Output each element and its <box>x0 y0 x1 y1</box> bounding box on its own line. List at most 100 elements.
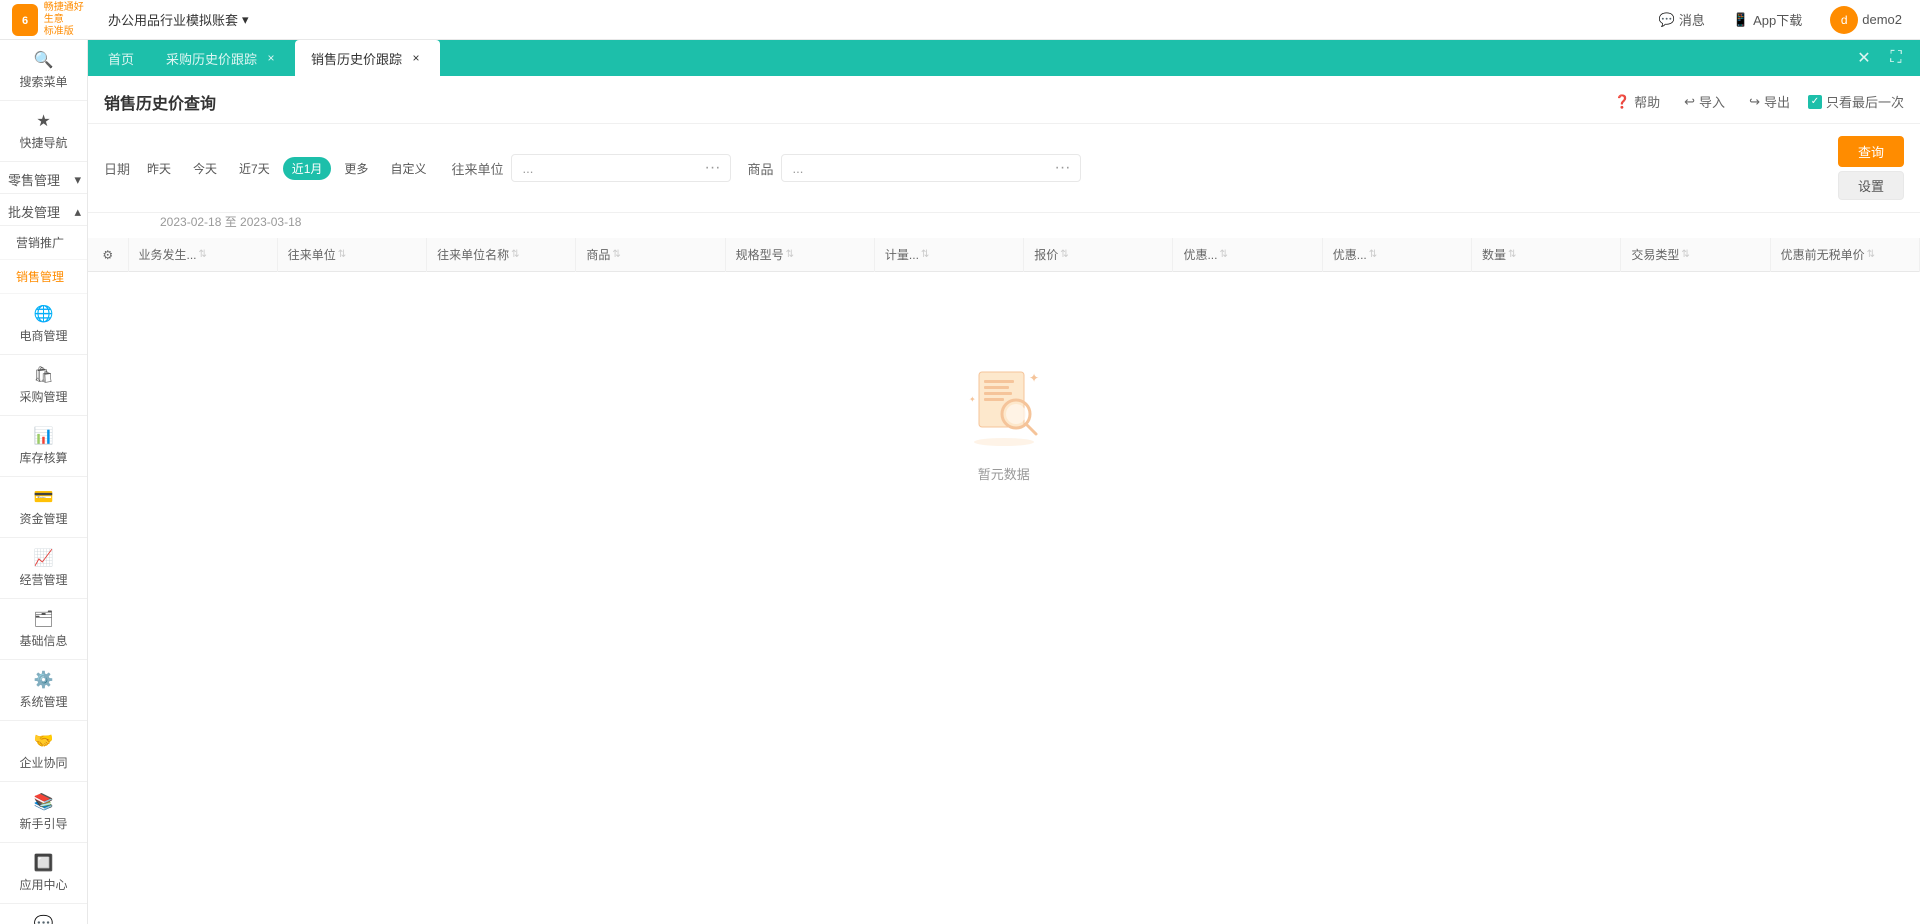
partner-input[interactable]: ... ··· <box>511 154 731 182</box>
date-filter-label: 日期 <box>104 159 130 178</box>
tab-purchase-history[interactable]: 采购历史价跟踪 × <box>150 40 295 76</box>
product-dropdown-icon: ··· <box>1055 159 1071 177</box>
date-btn-7days[interactable]: 近7天 <box>230 157 279 180</box>
partner-dropdown-icon: ··· <box>704 159 720 177</box>
th-biz-date[interactable]: 业务发生... ⇅ <box>128 238 277 272</box>
sidebar-item-collab[interactable]: 🤝 企业协同 <box>0 721 87 782</box>
partner-filter-group: 往来单位 ... ··· <box>451 154 731 182</box>
sort-icon: ⇅ <box>1060 249 1068 260</box>
table-container: ⚙ 业务发生... ⇅ 往来单位 <box>88 238 1920 924</box>
sidebar-item-finance[interactable]: 💳 资金管理 <box>0 477 87 538</box>
tab-close-all-button[interactable]: ✕ <box>1852 46 1876 70</box>
sidebar-item-appstore[interactable]: 🔲 应用中心 <box>0 843 87 904</box>
help-button[interactable]: ❓ 帮助 <box>1608 88 1666 115</box>
th-biz-date-label: 业务发生... <box>139 246 197 263</box>
sidebar-item-ecommerce[interactable]: 🌐 电商管理 <box>0 294 87 355</box>
tab-purchase-close-icon[interactable]: × <box>263 50 279 66</box>
th-unit-label: 计量... <box>885 246 919 263</box>
sidebar-item-shortcut[interactable]: ★ 快捷导航 <box>0 101 87 162</box>
sidebar-item-marketing[interactable]: 营销推广 <box>0 226 87 260</box>
collab-icon: 🤝 <box>34 731 54 751</box>
empty-text: 暂元数据 <box>978 464 1030 483</box>
app-selector[interactable]: 办公用品行业模拟账套 ▾ <box>100 6 257 33</box>
logo-area: 6 畅捷通好生意 标准版 <box>12 2 92 38</box>
app-logo-icon: 6 <box>12 4 38 36</box>
th-qty[interactable]: 数量 ⇅ <box>1472 238 1621 272</box>
appstore-icon: 🔲 <box>34 853 54 873</box>
date-btn-more[interactable]: 更多 <box>335 157 377 180</box>
th-discount1-label: 优惠... <box>1183 246 1217 263</box>
th-partner-name[interactable]: 往来单位名称 ⇅ <box>427 238 576 272</box>
date-btn-today[interactable]: 今天 <box>184 157 226 180</box>
th-partner-code[interactable]: 往来单位 ⇅ <box>277 238 426 272</box>
sort-icon: ⇅ <box>199 249 207 260</box>
partner-label: 往来单位 <box>451 159 503 178</box>
date-btn-custom[interactable]: 自定义 <box>381 157 435 180</box>
export-button[interactable]: ↪ 导出 <box>1743 88 1796 115</box>
sidebar-item-guide[interactable]: 📚 新手引导 <box>0 782 87 843</box>
sidebar-item-wechat[interactable]: 💬 企业微信 <box>0 904 87 924</box>
only-last-checkbox[interactable]: ✓ 只看最后一次 <box>1808 92 1904 111</box>
sidebar-item-search[interactable]: 🔍 搜索菜单 <box>0 40 87 101</box>
purchase-icon: 🛍 <box>33 365 53 385</box>
import-button[interactable]: ↩ 导入 <box>1678 88 1731 115</box>
sidebar-item-system[interactable]: ⚙️ 系统管理 <box>0 660 87 721</box>
sidebar-item-wholesale[interactable]: 批发管理 ▴ <box>0 194 87 226</box>
sidebar-label-wholesale: 批发管理 <box>8 202 60 221</box>
checkbox-checked-icon: ✓ <box>1808 95 1822 109</box>
settings-button[interactable]: 设置 <box>1838 171 1904 200</box>
tab-sales-close-icon[interactable]: × <box>408 50 424 66</box>
sidebar-item-sales[interactable]: 销售管理 <box>0 260 87 294</box>
top-header: 6 畅捷通好生意 标准版 办公用品行业模拟账套 ▾ 💬 消息 📱 App下载 d… <box>0 0 1920 40</box>
date-btn-1month[interactable]: 近1月 <box>283 157 332 180</box>
th-trade-type-label: 交易类型 <box>1631 246 1679 263</box>
tab-fullscreen-button[interactable]: ⛶ <box>1884 46 1908 70</box>
sidebar-item-retail[interactable]: 零售管理 ▾ <box>0 162 87 194</box>
date-btn-yesterday[interactable]: 昨天 <box>138 157 180 180</box>
th-price[interactable]: 报价 ⇅ <box>1024 238 1173 272</box>
th-trade-type[interactable]: 交易类型 ⇅ <box>1621 238 1770 272</box>
sort-icon: ⇅ <box>338 249 346 260</box>
date-range-text: 2023-02-18 至 2023-03-18 <box>160 215 301 229</box>
sidebar: 🔍 搜索菜单 ★ 快捷导航 零售管理 ▾ 批发管理 ▴ 营销推广 销售管理 🌐 … <box>0 40 88 924</box>
svg-text:6: 6 <box>22 15 28 27</box>
sidebar-item-ops[interactable]: 📈 经营管理 <box>0 538 87 599</box>
sidebar-item-base[interactable]: 🗂 基础信息 <box>0 599 87 660</box>
sidebar-item-inventory[interactable]: 📊 库存核算 <box>0 416 87 477</box>
export-label: 导出 <box>1764 92 1790 111</box>
data-table: ⚙ 业务发生... ⇅ 往来单位 <box>88 238 1920 563</box>
tab-home[interactable]: 首页 <box>92 40 150 76</box>
star-icon: ★ <box>36 111 50 131</box>
product-input[interactable]: ... ··· <box>781 154 1081 182</box>
th-settings[interactable]: ⚙ <box>88 238 128 272</box>
message-button[interactable]: 💬 消息 <box>1653 6 1711 33</box>
app-download-button[interactable]: 📱 App下载 <box>1727 6 1808 33</box>
tab-home-label: 首页 <box>108 49 134 68</box>
main-layout: 🔍 搜索菜单 ★ 快捷导航 零售管理 ▾ 批发管理 ▴ 营销推广 销售管理 🌐 … <box>0 40 1920 924</box>
sidebar-label-system: 系统管理 <box>19 693 67 710</box>
sort-icon: ⇅ <box>511 249 519 260</box>
query-button[interactable]: 查询 <box>1838 136 1904 167</box>
th-price-label: 报价 <box>1034 246 1058 263</box>
user-menu-button[interactable]: d demo2 <box>1824 2 1908 38</box>
chevron-down-icon: ▾ <box>242 12 249 28</box>
download-icon: 📱 <box>1733 12 1749 28</box>
th-pre-tax-price[interactable]: 优惠前无税单价 ⇅ <box>1770 238 1919 272</box>
th-discount2[interactable]: 优惠... ⇅ <box>1322 238 1471 272</box>
th-pre-tax-price-label: 优惠前无税单价 <box>1781 246 1865 263</box>
th-unit[interactable]: 计量... ⇅ <box>874 238 1023 272</box>
sidebar-label-inventory: 库存核算 <box>19 449 67 466</box>
th-discount1[interactable]: 优惠... ⇅ <box>1173 238 1322 272</box>
product-filter-group: 商品 ... ··· <box>747 154 1081 182</box>
sidebar-label-ops: 经营管理 <box>19 571 67 588</box>
th-spec[interactable]: 规格型号 ⇅ <box>725 238 874 272</box>
th-product[interactable]: 商品 ⇅ <box>576 238 725 272</box>
app-selector-label: 办公用品行业模拟账套 <box>108 10 238 29</box>
sort-icon: ⇅ <box>1219 249 1227 260</box>
tab-sales-history[interactable]: 销售历史价跟踪 × <box>295 40 440 76</box>
sort-icon: ⇅ <box>1369 249 1377 260</box>
only-last-label: 只看最后一次 <box>1826 92 1904 111</box>
sidebar-item-purchase[interactable]: 🛍 采购管理 <box>0 355 87 416</box>
page-header: 销售历史价查询 ❓ 帮助 ↩ 导入 ↪ 导出 ✓ <box>88 76 1920 124</box>
chevron-up-icon: ▴ <box>74 204 81 220</box>
